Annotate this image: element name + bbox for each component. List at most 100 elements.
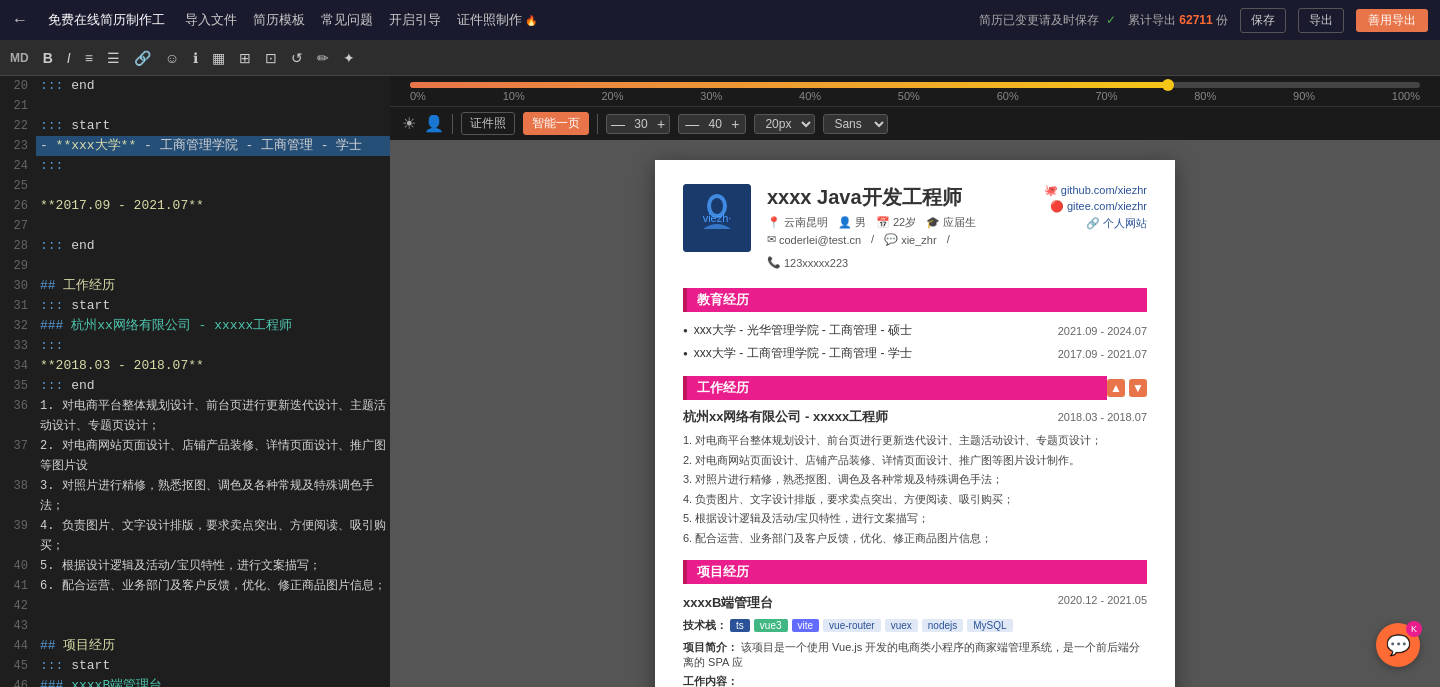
editor-line: 21 bbox=[0, 96, 390, 116]
editor-panel[interactable]: 20 ::: end 21 22 ::: start 23 - **xxx大学*… bbox=[0, 76, 390, 687]
edu-bullet-2: ● bbox=[683, 349, 688, 358]
project-work-label: 工作内容： bbox=[683, 674, 1147, 687]
edit-button[interactable]: ✏ bbox=[313, 48, 333, 68]
chat-button[interactable]: 💬 K bbox=[1376, 623, 1420, 667]
project-title: 项目经历 bbox=[683, 560, 1147, 584]
project-header: xxxxB端管理台 2020.12 - 2021.05 bbox=[683, 594, 1147, 612]
user-icon[interactable]: 👤 bbox=[424, 114, 444, 133]
editor-line: 42 bbox=[0, 596, 390, 616]
grid-button[interactable]: ⊞ bbox=[235, 48, 255, 68]
project-date: 2020.12 - 2021.05 bbox=[1058, 594, 1147, 612]
nav-faq[interactable]: 常见问题 bbox=[321, 11, 373, 29]
editor-line: 32 ### 杭州xx网络有限公司 - xxxxx工程师 bbox=[0, 316, 390, 336]
editor-line: 36 1. 对电商平台整体规划设计、前台页进行更新迭代设计、主题活动设计、专题页… bbox=[0, 396, 390, 436]
smart-page-button[interactable]: 智能一页 bbox=[523, 112, 589, 135]
email-icon: ✉ bbox=[767, 233, 776, 246]
editor-line: 31 ::: start bbox=[0, 296, 390, 316]
zoom-minus-button[interactable]: — bbox=[611, 116, 625, 132]
editor-line: 27 bbox=[0, 216, 390, 236]
progress-fill bbox=[410, 82, 1168, 88]
chat-badge: K bbox=[1406, 621, 1422, 637]
preview-toolbar: ☀ 👤 证件照 智能一页 — 30 + — 40 + 20px 16px 18p… bbox=[390, 106, 1440, 140]
sync-icon: ✓ bbox=[1106, 13, 1116, 27]
undo-button[interactable]: ↺ bbox=[287, 48, 307, 68]
edu-item-1: ● xxx大学 - 光华管理学院 - 工商管理 - 硕士 2021.09 - 2… bbox=[683, 322, 1147, 339]
sync-info: 简历已变更请及时保存 ✓ bbox=[979, 12, 1116, 29]
count-info: 累计导出 62711 份 bbox=[1128, 12, 1228, 29]
svg-point-3 bbox=[711, 198, 723, 214]
table-button[interactable]: ▦ bbox=[208, 48, 229, 68]
italic-button[interactable]: I bbox=[63, 48, 75, 68]
nav-photo[interactable]: 证件照制作 🔥 bbox=[457, 11, 537, 29]
save-button[interactable]: 保存 bbox=[1240, 8, 1286, 33]
gender-icon: 👤 bbox=[838, 216, 852, 229]
font-family-select[interactable]: Sans Serif Mono bbox=[823, 114, 888, 134]
bold-button[interactable]: B bbox=[39, 48, 57, 68]
chat-icon: 💬 bbox=[1386, 633, 1411, 657]
work-up-button[interactable]: ▲ bbox=[1107, 379, 1125, 397]
top-toolbar: ← 免费在线简历制作工 导入文件 简历模板 常见问题 开启引导 证件照制作 🔥 … bbox=[0, 0, 1440, 40]
editor-line: 37 2. 对电商网站页面设计、店铺产品装修、详情页面设计、推广图等图片设 bbox=[0, 436, 390, 476]
site-title: 免费在线简历制作工 bbox=[48, 11, 165, 29]
editor-line: 26 **2017.09 - 2021.07** bbox=[0, 196, 390, 216]
work-down-button[interactable]: ▼ bbox=[1129, 379, 1147, 397]
progress-thumb bbox=[1162, 79, 1174, 91]
editor-line: 20 ::: end bbox=[0, 76, 390, 96]
editor-line: 38 3. 对照片进行精修，熟悉抠图、调色及各种常规及特殊调色手法； bbox=[0, 476, 390, 516]
gitee-icon: 🔴 bbox=[1050, 200, 1064, 212]
font-minus-button[interactable]: — bbox=[685, 116, 699, 132]
editor-line: 35 ::: end bbox=[0, 376, 390, 396]
export-active-button[interactable]: 善用导出 bbox=[1356, 9, 1428, 32]
gitee-link[interactable]: 🔴 gitee.com/xiezhr bbox=[1044, 200, 1147, 213]
export-button[interactable]: 导出 bbox=[1298, 8, 1344, 33]
star-button[interactable]: ✦ bbox=[339, 48, 359, 68]
main-area: 20 ::: end 21 22 ::: start 23 - **xxx大学*… bbox=[0, 76, 1440, 687]
ol-button[interactable]: ☰ bbox=[103, 48, 124, 68]
zoom-plus-button[interactable]: + bbox=[657, 116, 665, 132]
progress-track[interactable] bbox=[410, 82, 1420, 88]
personal-link[interactable]: 🔗 个人网站 bbox=[1044, 216, 1147, 231]
tech-tag-vuerouter: vue-router bbox=[823, 619, 881, 632]
resume-info-row-2: ✉ coderlei@test.cn / 💬 xie_zhr / 📞 bbox=[767, 233, 1028, 269]
link-icon: 🔗 bbox=[1086, 217, 1100, 229]
font-size-control: — 40 + bbox=[678, 114, 746, 134]
photo-badge: 🔥 bbox=[525, 15, 537, 26]
link-button[interactable]: 🔗 bbox=[130, 48, 155, 68]
px-select[interactable]: 20px 16px 18px 24px bbox=[754, 114, 815, 134]
tech-tag-ts: ts bbox=[730, 619, 750, 632]
editor-line: 33 ::: bbox=[0, 336, 390, 356]
toolbar-divider-2 bbox=[597, 114, 598, 134]
editor-line: 28 ::: end bbox=[0, 236, 390, 256]
editor-line: 40 5. 根据设计逻辑及活动/宝贝特性，进行文案描写； bbox=[0, 556, 390, 576]
nav-import[interactable]: 导入文件 bbox=[185, 11, 237, 29]
age-icon: 📅 bbox=[876, 216, 890, 229]
zoom-value: 30 bbox=[629, 117, 653, 131]
wechat-icon: 💬 bbox=[884, 233, 898, 246]
nav-links: 导入文件 简历模板 常见问题 开启引导 证件照制作 🔥 bbox=[185, 11, 537, 29]
progress-area: 0% 10% 20% 30% 40% 50% 60% 70% 80% 90% 1… bbox=[390, 76, 1440, 106]
font-plus-button[interactable]: + bbox=[731, 116, 739, 132]
work-title: 工作经历 bbox=[683, 376, 1107, 400]
progress-labels: 0% 10% 20% 30% 40% 50% 60% 70% 80% 90% 1… bbox=[410, 90, 1420, 102]
education-section: 教育经历 ● xxx大学 - 光华管理学院 - 工商管理 - 硕士 2021.0… bbox=[683, 288, 1147, 362]
location-icon: 📍 bbox=[767, 216, 781, 229]
ul-button[interactable]: ≡ bbox=[81, 48, 97, 68]
resume-name: xxxx Java开发工程师 bbox=[767, 184, 1028, 211]
work-item: 1. 对电商平台整体规划设计、前台页进行更新迭代设计、主题活动设计、专题页设计； bbox=[683, 432, 1147, 449]
resume-avatar: viezh· bbox=[683, 184, 751, 252]
toolbar-divider bbox=[452, 114, 453, 134]
emoji-button[interactable]: ☺ bbox=[161, 48, 183, 68]
editor-line: 43 bbox=[0, 616, 390, 636]
resume-header: viezh· xxxx Java开发工程师 📍 云南昆明 bbox=[683, 184, 1147, 272]
info-button[interactable]: ℹ bbox=[189, 48, 202, 68]
work-section: 工作经历 ▲ ▼ 杭州xx网络有限公司 - xxxxx工程师 2018.03 -… bbox=[683, 376, 1147, 546]
nav-template[interactable]: 简历模板 bbox=[253, 11, 305, 29]
resume-info-row-1: 📍 云南昆明 👤 男 📅 22岁 bbox=[767, 215, 1028, 230]
layout-button[interactable]: ⊡ bbox=[261, 48, 281, 68]
back-button[interactable]: ← bbox=[12, 11, 28, 29]
edu-date-2: 2017.09 - 2021.07 bbox=[1058, 348, 1147, 360]
sun-icon[interactable]: ☀ bbox=[402, 114, 416, 133]
nav-guide[interactable]: 开启引导 bbox=[389, 11, 441, 29]
id-photo-button[interactable]: 证件照 bbox=[461, 112, 515, 135]
github-link[interactable]: 🐙 github.com/xiezhr bbox=[1044, 184, 1147, 197]
